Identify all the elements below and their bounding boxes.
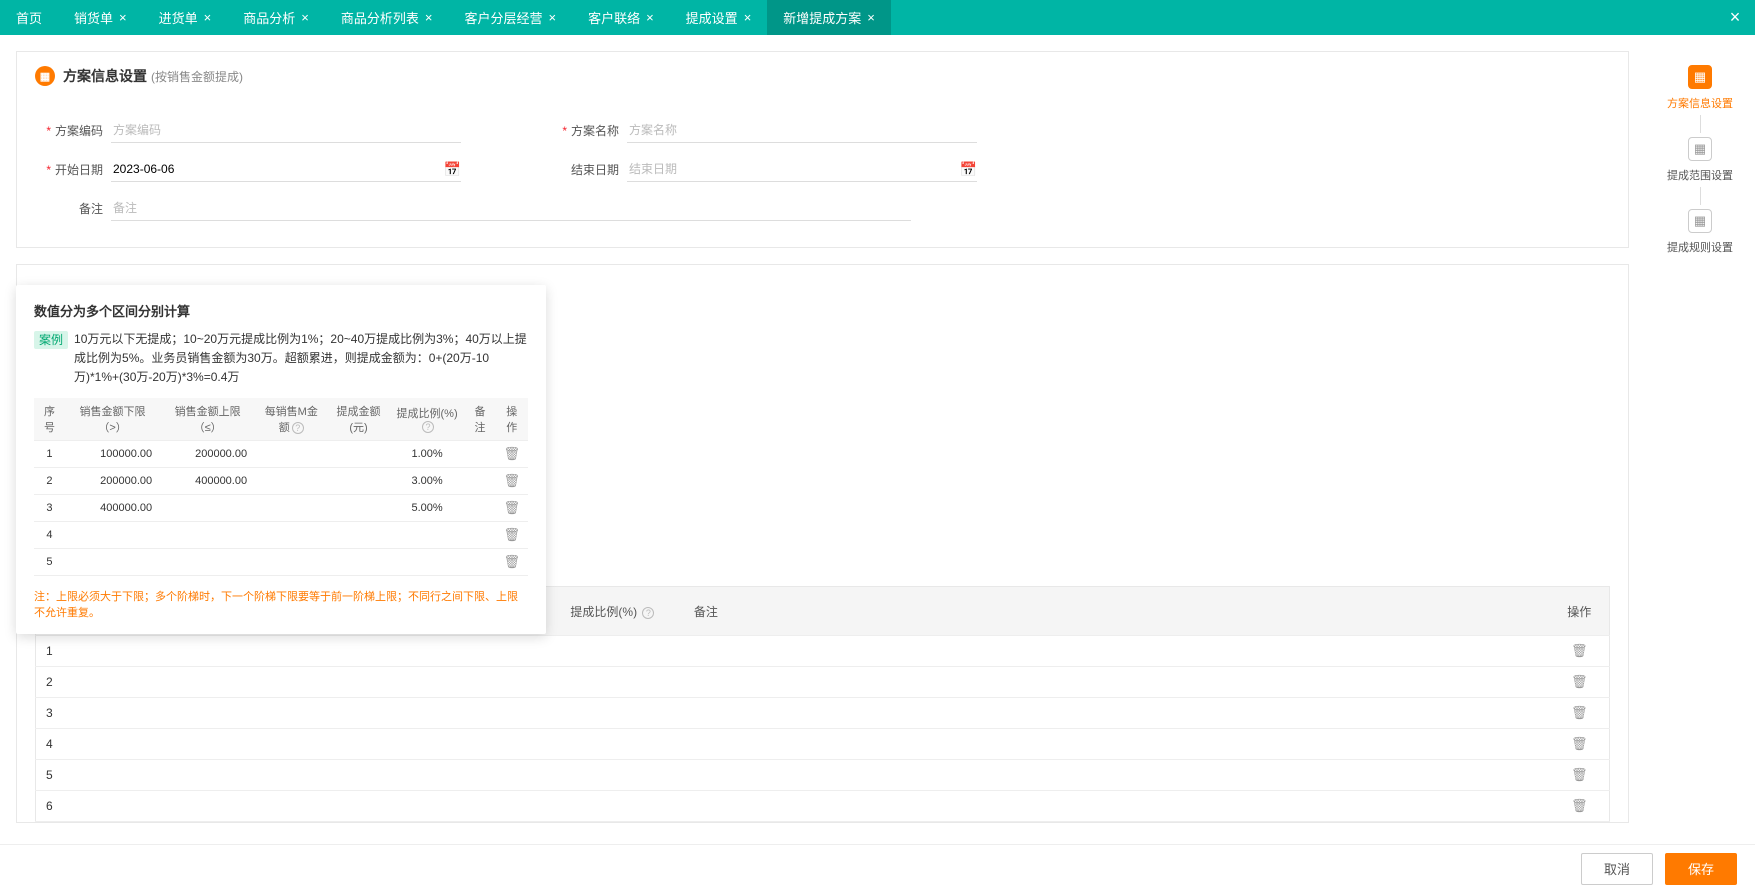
table-row[interactable]: 4🗑 [36, 729, 1610, 760]
close-all-icon[interactable]: × [1715, 0, 1755, 35]
col-remark: 备注 [684, 587, 1550, 636]
step-scope[interactable]: ▦ 提成范围设置 [1667, 137, 1733, 183]
panel-subtitle: (按销售金额提成) [151, 68, 243, 85]
close-icon[interactable]: × [867, 11, 875, 24]
section-icon: ▦ [35, 66, 55, 86]
tab-customer-contact[interactable]: 客户联络× [572, 0, 670, 35]
delete-icon[interactable]: 🗑 [1571, 674, 1588, 689]
close-icon[interactable]: × [119, 11, 127, 24]
example-table: 序号 销售金额下限（>） 销售金额上限（≤） 每销售M金额? 提成金额(元) 提… [34, 398, 528, 576]
close-icon[interactable]: × [301, 11, 309, 24]
tooltip-note: 注：上限必须大于下限；多个阶梯时，下一个阶梯下限要等于前一阶梯上限；不同行之间下… [34, 588, 528, 620]
tab-home[interactable]: 首页 [0, 0, 58, 35]
tab-commission-setting[interactable]: 提成设置× [670, 0, 768, 35]
step-icon: ▦ [1688, 209, 1712, 233]
delete-icon[interactable]: 🗑 [1571, 736, 1588, 751]
tooltip-example-text: 10万元以下无提成；10~20万元提成比例为1%；20~40万提成比例为3%；4… [74, 330, 528, 388]
table-row: 1100000.00200000.001.00%🗑 [34, 440, 528, 467]
delete-icon[interactable]: 🗑 [1571, 798, 1588, 813]
panel-title: 方案信息设置 [63, 66, 147, 86]
side-stepper: ▦ 方案信息设置 ▦ 提成范围设置 ▦ 提成规则设置 [1645, 35, 1755, 844]
table-row: 4🗑 [34, 521, 528, 548]
tab-new-commission-plan[interactable]: 新增提成方案× [767, 0, 891, 35]
step-rules[interactable]: ▦ 提成规则设置 [1667, 209, 1733, 255]
table-row[interactable]: 1🗑 [36, 636, 1610, 667]
step-icon: ▦ [1688, 137, 1712, 161]
tab-sales-order[interactable]: 销货单× [58, 0, 143, 35]
table-row: 3400000.005.00%🗑 [34, 494, 528, 521]
delete-icon[interactable]: 🗑 [503, 500, 520, 515]
delete-icon[interactable]: 🗑 [503, 554, 520, 569]
tab-bar: 首页 销货单× 进货单× 商品分析× 商品分析列表× 客户分层经营× 客户联络×… [0, 0, 1755, 35]
tab-product-analysis-list[interactable]: 商品分析列表× [325, 0, 449, 35]
help-icon: ? [292, 422, 304, 434]
cancel-button[interactable]: 取消 [1581, 853, 1653, 885]
delete-icon[interactable]: 🗑 [1571, 643, 1588, 658]
name-input[interactable] [627, 118, 977, 143]
tier-example-tooltip: 数值分为多个区间分别计算 案例 10万元以下无提成；10~20万元提成比例为1%… [16, 285, 546, 634]
tooltip-title: 数值分为多个区间分别计算 [34, 301, 528, 320]
name-label: 方案名称 [551, 122, 619, 139]
help-icon: ? [422, 421, 434, 433]
start-date-label: 开始日期 [35, 161, 103, 178]
code-input[interactable] [111, 118, 461, 143]
col-ratio: 提成比例(%) ? [560, 587, 683, 636]
close-icon[interactable]: × [646, 11, 654, 24]
table-row[interactable]: 5🗑 [36, 760, 1610, 791]
help-icon[interactable]: ? [642, 607, 654, 619]
table-row: 2200000.00400000.003.00%🗑 [34, 467, 528, 494]
save-button[interactable]: 保存 [1665, 853, 1737, 885]
delete-icon[interactable]: 🗑 [1571, 705, 1588, 720]
col-op: 操作 [1550, 587, 1610, 636]
tab-customer-tier[interactable]: 客户分层经营× [448, 0, 572, 35]
code-label: 方案编码 [35, 122, 103, 139]
tab-product-analysis[interactable]: 商品分析× [227, 0, 325, 35]
delete-icon[interactable]: 🗑 [503, 473, 520, 488]
table-row: 5🗑 [34, 548, 528, 575]
end-date-input[interactable] [627, 157, 977, 182]
step-plan-info[interactable]: ▦ 方案信息设置 [1667, 65, 1733, 111]
remark-label: 备注 [35, 200, 103, 217]
end-date-label: 结束日期 [551, 161, 619, 178]
close-icon[interactable]: × [425, 11, 433, 24]
delete-icon[interactable]: 🗑 [1571, 767, 1588, 782]
close-icon[interactable]: × [548, 11, 556, 24]
footer-actions: 取消 保存 [0, 844, 1755, 892]
plan-info-panel: ▦ 方案信息设置 (按销售金额提成) 方案编码 方案名称 [16, 51, 1629, 248]
table-row[interactable]: 6🗑 [36, 791, 1610, 822]
step-icon: ▦ [1688, 65, 1712, 89]
calendar-icon[interactable]: 📅 [960, 161, 977, 178]
table-row[interactable]: 2🗑 [36, 667, 1610, 698]
delete-icon[interactable]: 🗑 [503, 527, 520, 542]
table-row[interactable]: 3🗑 [36, 698, 1610, 729]
delete-icon[interactable]: 🗑 [503, 446, 520, 461]
tab-purchase-order[interactable]: 进货单× [143, 0, 228, 35]
calendar-icon[interactable]: 📅 [444, 161, 461, 178]
close-icon[interactable]: × [204, 11, 212, 24]
example-tag: 案例 [34, 331, 68, 349]
close-icon[interactable]: × [744, 11, 752, 24]
start-date-input[interactable] [111, 157, 461, 182]
remark-input[interactable] [111, 196, 911, 221]
